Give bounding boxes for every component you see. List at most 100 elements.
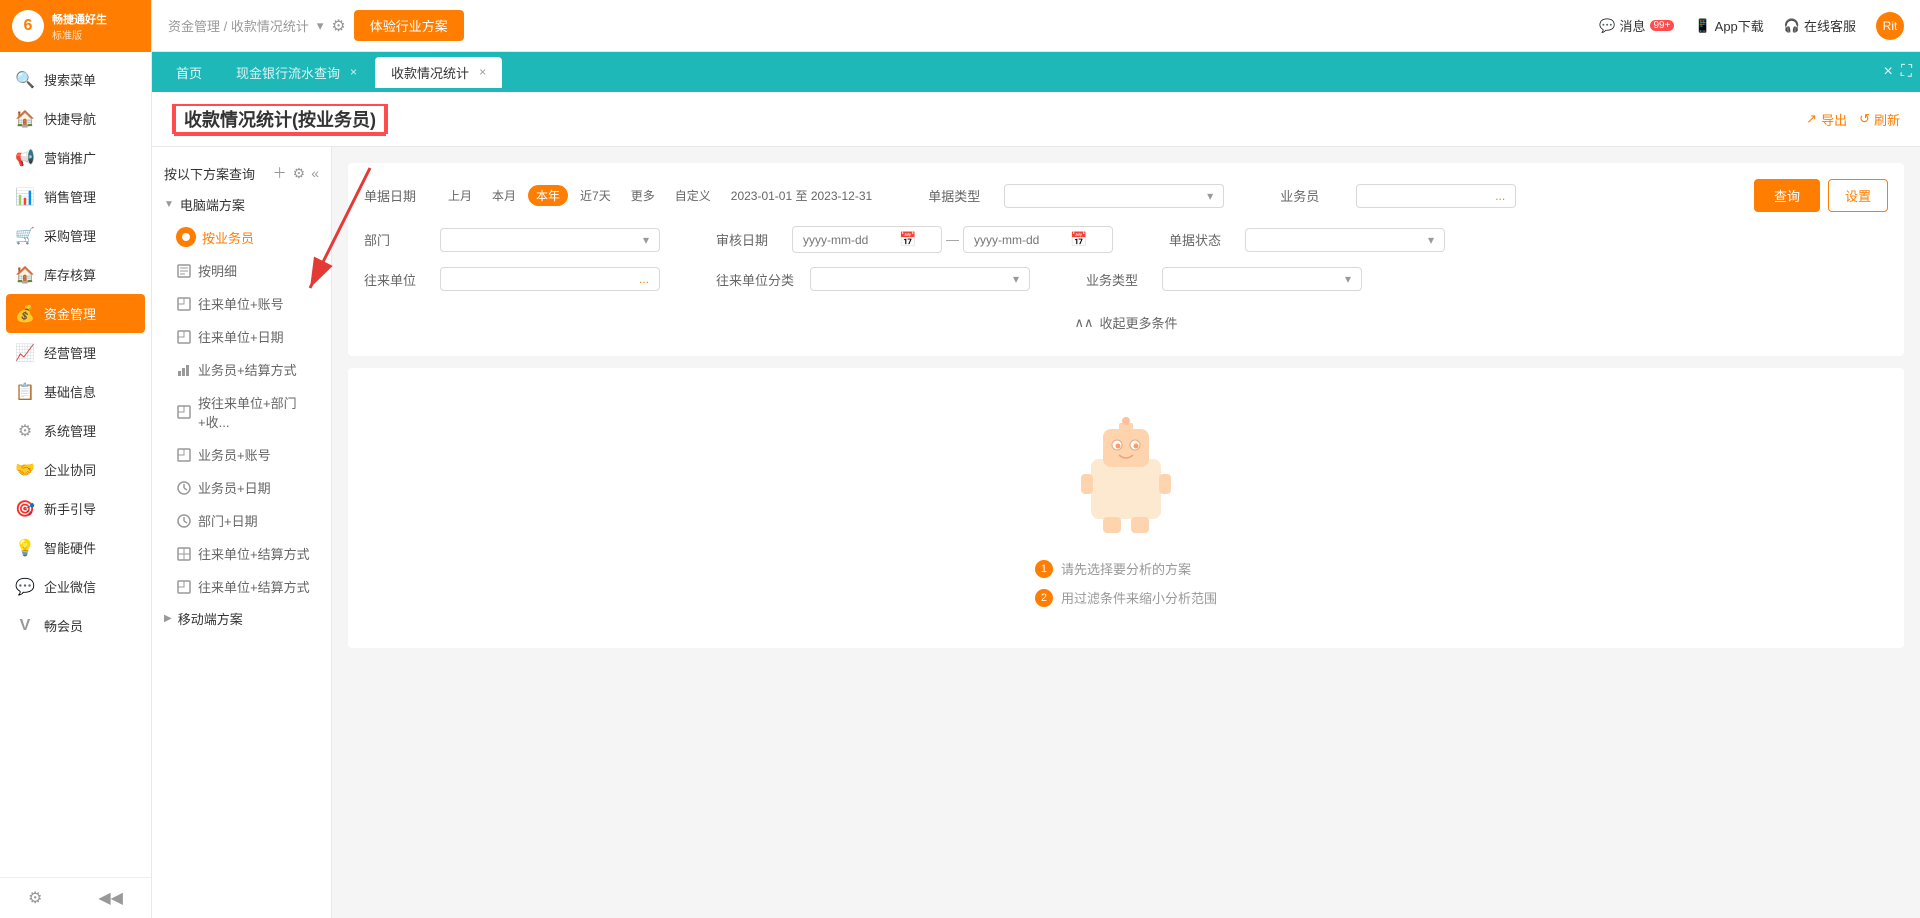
sidebar-item-sales[interactable]: 📊 销售管理 <box>0 177 151 216</box>
date-tab-last-month[interactable]: 上月 <box>440 185 480 206</box>
desktop-schemes-section: ▼ 电脑端方案 按业务员 按明细 <box>152 189 331 603</box>
page-title-highlight: 收款情况统计(按业务员) <box>172 104 388 134</box>
business-type-select[interactable]: ▾ <box>1162 267 1362 291</box>
messages-action[interactable]: 💬 消息 99+ <box>1599 16 1674 35</box>
sidebar-item-marketing[interactable]: 📢 营销推广 <box>0 138 151 177</box>
tab-home[interactable]: 首页 <box>160 57 218 88</box>
doc-type-select[interactable]: ▾ <box>1004 184 1224 208</box>
refresh-button[interactable]: ↺ 刷新 <box>1859 110 1900 129</box>
doc-type-label: 单据类型 <box>928 186 988 205</box>
collapse-chevron-icon: ∧∧ <box>1074 315 1093 331</box>
tab-home-label: 首页 <box>176 63 202 82</box>
desktop-schemes-header[interactable]: ▼ 电脑端方案 <box>152 189 331 220</box>
sidebar-item-system[interactable]: ⚙ 系统管理 <box>0 411 151 450</box>
date-tab-more[interactable]: 更多 <box>623 185 663 206</box>
refresh-icon: ↺ <box>1859 111 1870 127</box>
sidebar-item-guide[interactable]: 🎯 新手引导 <box>0 489 151 528</box>
scheme-item-salesman[interactable]: 按业务员 <box>152 220 331 254</box>
dept-date-icon <box>176 513 192 529</box>
tab-receipt-stats-close-icon[interactable]: × <box>479 65 486 79</box>
breadcrumb-chevron-icon[interactable]: ▾ <box>317 18 324 34</box>
doc-status-select[interactable]: ▾ <box>1245 228 1445 252</box>
mobile-schemes-header[interactable]: ▶ 移动端方案 <box>152 603 331 634</box>
app-download-action[interactable]: 📱 App下载 <box>1694 16 1763 35</box>
message-badge: 99+ <box>1650 20 1675 31</box>
trial-button[interactable]: 体验行业方案 <box>354 10 464 41</box>
scheme-item-detail[interactable]: 按明细 <box>152 254 331 287</box>
salesman-date-icon <box>176 480 192 496</box>
business-type-arrow-icon: ▾ <box>1345 272 1351 286</box>
dept-arrow-icon: ▾ <box>643 233 649 247</box>
sidebar-item-inventory[interactable]: 🏠 库存核算 <box>0 255 151 294</box>
scheme-item-salesman-date[interactable]: 业务员+日期 <box>152 471 331 504</box>
collapse-panel-icon[interactable]: « <box>311 165 319 181</box>
sidebar-item-hardware[interactable]: 💡 智能硬件 <box>0 528 151 567</box>
robot-svg <box>1061 409 1191 539</box>
logo: 6 畅捷通好生 标准版 <box>0 0 151 52</box>
manage-scheme-icon[interactable]: ⚙ <box>293 165 306 182</box>
review-date-end-input[interactable]: 📅 <box>963 226 1113 253</box>
date-tab-this-month[interactable]: 本月 <box>484 185 524 206</box>
sidebar-item-search[interactable]: 🔍 搜索菜单 <box>0 60 151 99</box>
user-avatar[interactable]: Rit <box>1876 12 1904 40</box>
scheme-item-partner-dept[interactable]: 按往来单位+部门+收... <box>152 386 331 438</box>
collapse-bar[interactable]: ∧∧ 收起更多条件 <box>364 305 1888 340</box>
tab-close-all-icon[interactable]: × <box>1883 63 1892 81</box>
sidebar-item-label: 企业协同 <box>44 460 96 479</box>
scheme-item-salesman-account[interactable]: 业务员+账号 <box>152 438 331 471</box>
tab-expand-icon[interactable]: ⛶ <box>1901 63 1912 81</box>
date-tab-7days[interactable]: 近7天 <box>572 185 619 206</box>
add-scheme-icon[interactable]: ＋ <box>273 163 287 183</box>
scheme-item-partner-account[interactable]: 往来单位+账号 <box>152 287 331 320</box>
tab-bank-flow[interactable]: 现金银行流水查询 × <box>220 57 373 88</box>
scheme-item-dept-date[interactable]: 部门+日期 <box>152 504 331 537</box>
settings-gear-icon[interactable]: ⚙ <box>331 16 345 36</box>
review-date-end-field[interactable] <box>974 233 1064 247</box>
partner-select[interactable]: ... <box>440 267 660 291</box>
calendar-start-icon[interactable]: 📅 <box>899 231 916 248</box>
dept-select[interactable]: ▾ <box>440 228 660 252</box>
sidebar-item-quicknav[interactable]: 🏠 快捷导航 <box>0 99 151 138</box>
left-panel: 按以下方案查询 ＋ ⚙ « ▼ 电脑端方案 <box>152 147 332 918</box>
header-right: 💬 消息 99+ 📱 App下载 🎧 在线客服 Rit <box>1599 12 1904 40</box>
sidebar-item-label: 营销推广 <box>44 148 96 167</box>
scheme-item-partner-payment1[interactable]: 往来单位+结算方式 <box>152 537 331 570</box>
scheme-item-salesman-payment[interactable]: 业务员+结算方式 <box>152 353 331 386</box>
salesman-select[interactable]: ... <box>1356 184 1516 208</box>
scheme-label: 业务员+结算方式 <box>198 360 297 379</box>
date-tab-this-year[interactable]: 本年 <box>528 185 568 206</box>
partner-label: 往来单位 <box>364 270 424 289</box>
business-type-label: 业务类型 <box>1086 270 1146 289</box>
settings-button[interactable]: 设置 <box>1828 179 1888 212</box>
review-date-start-input[interactable]: 📅 <box>792 226 942 253</box>
sidebar-item-basic-info[interactable]: 📋 基础信息 <box>0 372 151 411</box>
scheme-item-partner-date[interactable]: 往来单位+日期 <box>152 320 331 353</box>
messages-label: 消息 <box>1619 16 1645 35</box>
sidebar-item-operations[interactable]: 📈 经营管理 <box>0 333 151 372</box>
query-button[interactable]: 查询 <box>1754 179 1820 212</box>
sidebar-item-purchase[interactable]: 🛒 采购管理 <box>0 216 151 255</box>
date-tab-custom[interactable]: 自定义 <box>667 185 719 206</box>
partner-category-select[interactable]: ▾ <box>810 267 1030 291</box>
sidebar-item-membership[interactable]: V 畅会员 <box>0 606 151 645</box>
scheme-label: 往来单位+结算方式 <box>198 544 310 563</box>
calendar-end-icon[interactable]: 📅 <box>1070 231 1087 248</box>
tab-receipt-stats[interactable]: 收款情况统计 × <box>375 57 502 88</box>
dept-label: 部门 <box>364 230 424 249</box>
tab-bank-flow-close-icon[interactable]: × <box>350 65 357 79</box>
sidebar-item-wechat[interactable]: 💬 企业微信 <box>0 567 151 606</box>
review-date-start-field[interactable] <box>803 233 893 247</box>
title-actions: ↗ 导出 ↺ 刷新 <box>1806 110 1900 129</box>
wechat-icon: 💬 <box>16 578 34 596</box>
review-date-label: 审核日期 <box>716 230 776 249</box>
salesman-more-icon[interactable]: ... <box>1495 189 1505 203</box>
online-service-action[interactable]: 🎧 在线客服 <box>1784 16 1856 35</box>
scheme-item-partner-payment2[interactable]: 往来单位+结算方式 <box>152 570 331 603</box>
partner-more-icon[interactable]: ... <box>639 272 649 286</box>
membership-icon: V <box>16 617 34 635</box>
export-button[interactable]: ↗ 导出 <box>1806 110 1847 129</box>
settings-bottom-icon[interactable]: ⚙ <box>28 888 42 908</box>
sidebar-item-collaboration[interactable]: 🤝 企业协同 <box>0 450 151 489</box>
collapse-sidebar-icon[interactable]: ◀◀ <box>98 888 123 908</box>
sidebar-item-finance[interactable]: 💰 资金管理 <box>6 294 145 333</box>
